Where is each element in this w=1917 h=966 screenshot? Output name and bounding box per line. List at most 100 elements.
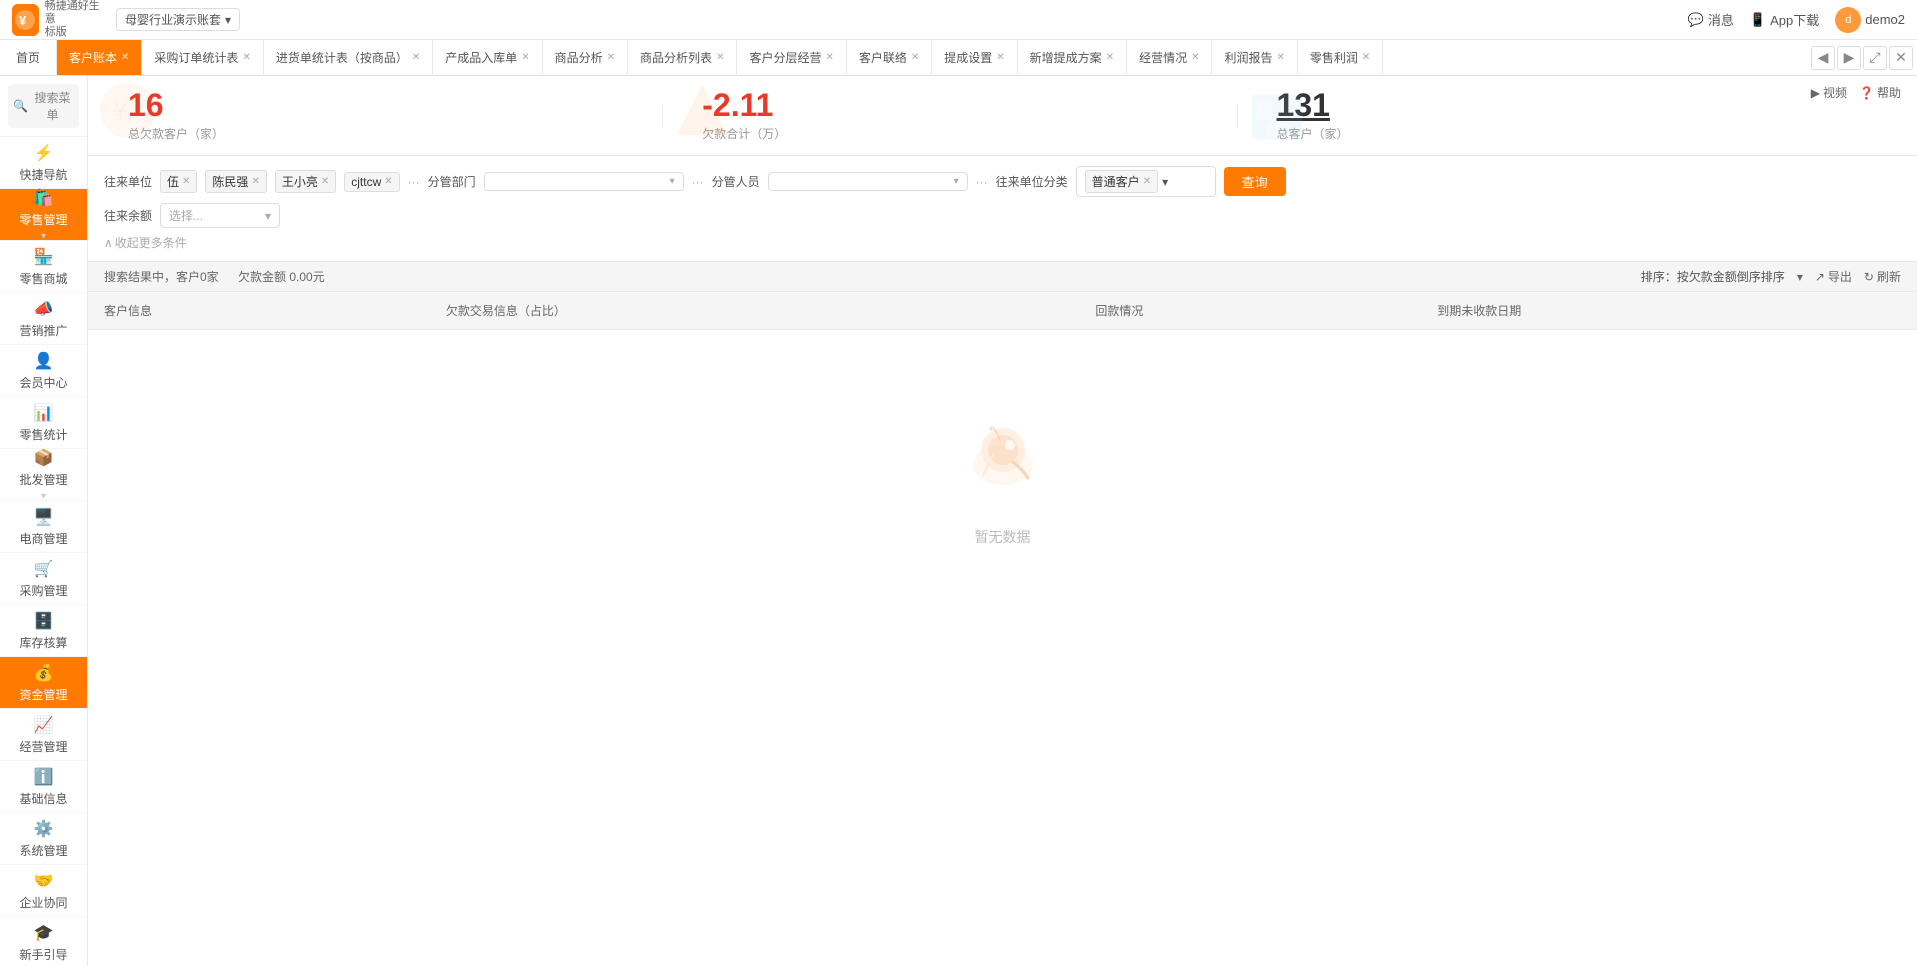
tab-scroll-right[interactable]: ▶ — [1837, 46, 1861, 70]
message-icon: 💬 — [1688, 12, 1704, 28]
tab-profit-report[interactable]: 利润报告 ✕ — [1212, 40, 1297, 75]
sidebar-item-operations[interactable]: 📈 经营管理 — [0, 709, 87, 761]
tag-close-icon[interactable]: ✕ — [384, 176, 392, 187]
tab-product-analysis-list[interactable]: 商品分析列表 ✕ — [628, 40, 737, 75]
tab-close-all[interactable]: ✕ — [1889, 46, 1913, 70]
avatar: d — [1835, 7, 1861, 33]
sidebar-item-member[interactable]: 👤 会员中心 — [0, 345, 87, 397]
tab-customer-contact[interactable]: 客户联络 ✕ — [847, 40, 932, 75]
content-area: ¥ 16 总欠款客户（家） ✦ -2.11 欠款合计（万） 131 总客户（家） — [88, 76, 1917, 966]
col-overdue-date: 到期未收款日期 — [1421, 292, 1917, 330]
sidebar-item-newbie[interactable]: 🎓 新手引导 — [0, 917, 87, 966]
filter-row-2: 往来余额 选择... ▾ — [104, 203, 1901, 228]
tab-close-icon[interactable]: ✕ — [1191, 52, 1199, 63]
collapse-filter-btn[interactable]: ∧ 收起更多条件 — [104, 234, 1901, 251]
tab-close-icon[interactable]: ✕ — [121, 52, 129, 63]
sidebar-item-basic-info[interactable]: ℹ️ 基础信息 — [0, 761, 87, 813]
tab-retail-profit[interactable]: 零售利润 ✕ — [1298, 40, 1383, 75]
stat-total-arrears: ✦ -2.11 欠款合计（万） — [662, 89, 1236, 142]
filter-tag-wang[interactable]: 王小亮 ✕ — [275, 170, 336, 193]
sidebar-item-inventory[interactable]: 🗄️ 库存核算 — [0, 605, 87, 657]
tab-close-icon[interactable]: ✕ — [412, 52, 420, 63]
result-bar: 搜索结果中，客户0家 欠款金额 0.00元 排序：按欠款金额倒序排序 ▾ ↗ 导… — [88, 262, 1917, 292]
retail-mall-icon: 🏪 — [34, 247, 54, 267]
export-icon: ↗ — [1815, 270, 1825, 284]
user-profile[interactable]: d demo2 — [1835, 7, 1905, 33]
filter-tag-chen[interactable]: 陈民强 ✕ — [205, 170, 266, 193]
filter-tag-wu[interactable]: 伍 ✕ — [160, 170, 197, 193]
sidebar-item-wholesale[interactable]: 📦 批发管理 ▾ — [0, 449, 87, 501]
tab-customer-tier[interactable]: 客户分层经营 ✕ — [737, 40, 846, 75]
tab-product-analysis[interactable]: 商品分析 ✕ — [543, 40, 628, 75]
tab-close-icon[interactable]: ✕ — [996, 52, 1004, 63]
messages-btn[interactable]: 💬 消息 — [1688, 10, 1734, 29]
tag-close-icon[interactable]: ✕ — [1143, 176, 1151, 187]
top-bar: ¥ 畅捷通好生意 标版 母婴行业演示账套 ▾ 💬 消息 📱 App下载 d de… — [0, 0, 1917, 40]
chevron-up-icon: ∧ — [104, 236, 113, 250]
stats-bar: ¥ 16 总欠款客户（家） ✦ -2.11 欠款合计（万） 131 总客户（家） — [88, 76, 1917, 156]
dept-select[interactable]: ▾ — [484, 172, 684, 191]
sidebar-item-quick-nav[interactable]: ⚡ 快捷导航 — [0, 137, 87, 189]
tab-scroll-left[interactable]: ◀ — [1811, 46, 1835, 70]
tab-close-icon[interactable]: ✕ — [242, 52, 250, 63]
app-download-btn[interactable]: 📱 App下载 — [1750, 10, 1819, 29]
tab-customer-ledger[interactable]: 客户账本 ✕ — [57, 40, 142, 75]
logo-area: ¥ 畅捷通好生意 标版 — [12, 0, 100, 39]
member-icon: 👤 — [34, 351, 54, 371]
export-btn[interactable]: ↗ 导出 — [1815, 268, 1852, 285]
tab-close-icon[interactable]: ✕ — [825, 52, 833, 63]
tab-home[interactable]: 首页 — [0, 40, 57, 75]
sidebar-item-finance[interactable]: 💰 资金管理 — [0, 657, 87, 709]
nav-tabs: 首页 客户账本 ✕ 采购订单统计表 ✕ 进货单统计表（按商品） ✕ 产成品入库单… — [0, 40, 1917, 76]
sidebar-item-ecommerce[interactable]: 🖥️ 电商管理 — [0, 501, 87, 553]
operations-icon: 📈 — [34, 715, 54, 735]
tab-product-inbound[interactable]: 产成品入库单 ✕ — [433, 40, 542, 75]
sidebar-item-retail-mgmt[interactable]: 🛍️ 零售管理 ▾ — [0, 189, 87, 241]
tag-close-icon[interactable]: ✕ — [321, 176, 329, 187]
help-btn[interactable]: ❓ 帮助 — [1859, 84, 1901, 101]
tag-close-icon[interactable]: ✕ — [251, 176, 259, 187]
system-selector[interactable]: 母婴行业演示账套 ▾ — [116, 8, 240, 31]
dept-extra-btn[interactable]: ··· — [692, 175, 704, 189]
tab-close-icon[interactable]: ✕ — [521, 52, 529, 63]
sidebar-item-marketing[interactable]: 📣 营销推广 — [0, 293, 87, 345]
sidebar-item-retail-stats[interactable]: 📊 零售统计 — [0, 397, 87, 449]
tab-close-icon[interactable]: ✕ — [716, 52, 724, 63]
category-filter-label: 往来单位分类 — [996, 173, 1068, 190]
tab-new-commission[interactable]: 新增提成方案 ✕ — [1018, 40, 1127, 75]
filter-more-tags[interactable]: ··· — [408, 175, 420, 189]
tab-close-icon[interactable]: ✕ — [911, 52, 919, 63]
person-select[interactable]: ▾ — [768, 172, 968, 191]
tab-commission-setting[interactable]: 提成设置 ✕ — [932, 40, 1017, 75]
sort-chevron-icon[interactable]: ▾ — [1797, 270, 1803, 284]
tab-close-icon[interactable]: ✕ — [1277, 52, 1285, 63]
search-menu-btn[interactable]: 🔍 搜索菜单 — [8, 84, 79, 128]
empty-icon — [958, 410, 1048, 515]
sidebar-item-purchase[interactable]: 🛒 采购管理 — [0, 553, 87, 605]
tab-close-icon[interactable]: ✕ — [1362, 52, 1370, 63]
sidebar-item-retail-mall[interactable]: 🏪 零售商城 — [0, 241, 87, 293]
table-container: 客户信息 欠款交易信息（占比） 回款情况 到期未收款日期 — [88, 292, 1917, 966]
tab-maximize[interactable]: ⤢ — [1863, 46, 1887, 70]
tag-close-icon[interactable]: ✕ — [182, 176, 190, 187]
tab-operations[interactable]: 经营情况 ✕ — [1127, 40, 1212, 75]
sidebar-item-system[interactable]: ⚙️ 系统管理 — [0, 813, 87, 865]
filter-row-1: 往来单位 伍 ✕ 陈民强 ✕ 王小亮 ✕ cjttcw ✕ ··· 分管部门 ▾ — [104, 166, 1901, 197]
category-tag-normal[interactable]: 普通客户 ✕ — [1085, 170, 1158, 193]
tab-close-icon[interactable]: ✕ — [1106, 52, 1114, 63]
empty-state: 暂无数据 — [88, 330, 1917, 627]
category-select[interactable]: 普通客户 ✕ ▾ — [1076, 166, 1216, 197]
tab-close-icon[interactable]: ✕ — [607, 52, 615, 63]
retail-mgmt-icon: 🛍️ — [34, 188, 54, 208]
result-actions: 排序：按欠款金额倒序排序 ▾ ↗ 导出 ↻ 刷新 — [1641, 268, 1901, 285]
video-help-btn[interactable]: ▶ 视频 — [1811, 84, 1847, 101]
remaining-select[interactable]: 选择... ▾ — [160, 203, 280, 228]
person-extra-btn[interactable]: ··· — [976, 175, 988, 189]
tab-purchase-stats[interactable]: 进货单统计表（按商品） ✕ — [264, 40, 433, 75]
filter-tag-cjttcw[interactable]: cjttcw ✕ — [344, 172, 399, 192]
query-button[interactable]: 查询 — [1224, 167, 1286, 196]
sidebar-item-enterprise[interactable]: 🤝 企业协同 — [0, 865, 87, 917]
refresh-btn[interactable]: ↻ 刷新 — [1864, 268, 1901, 285]
tab-purchase-order[interactable]: 采购订单统计表 ✕ — [142, 40, 263, 75]
enterprise-icon: 🤝 — [34, 871, 54, 891]
